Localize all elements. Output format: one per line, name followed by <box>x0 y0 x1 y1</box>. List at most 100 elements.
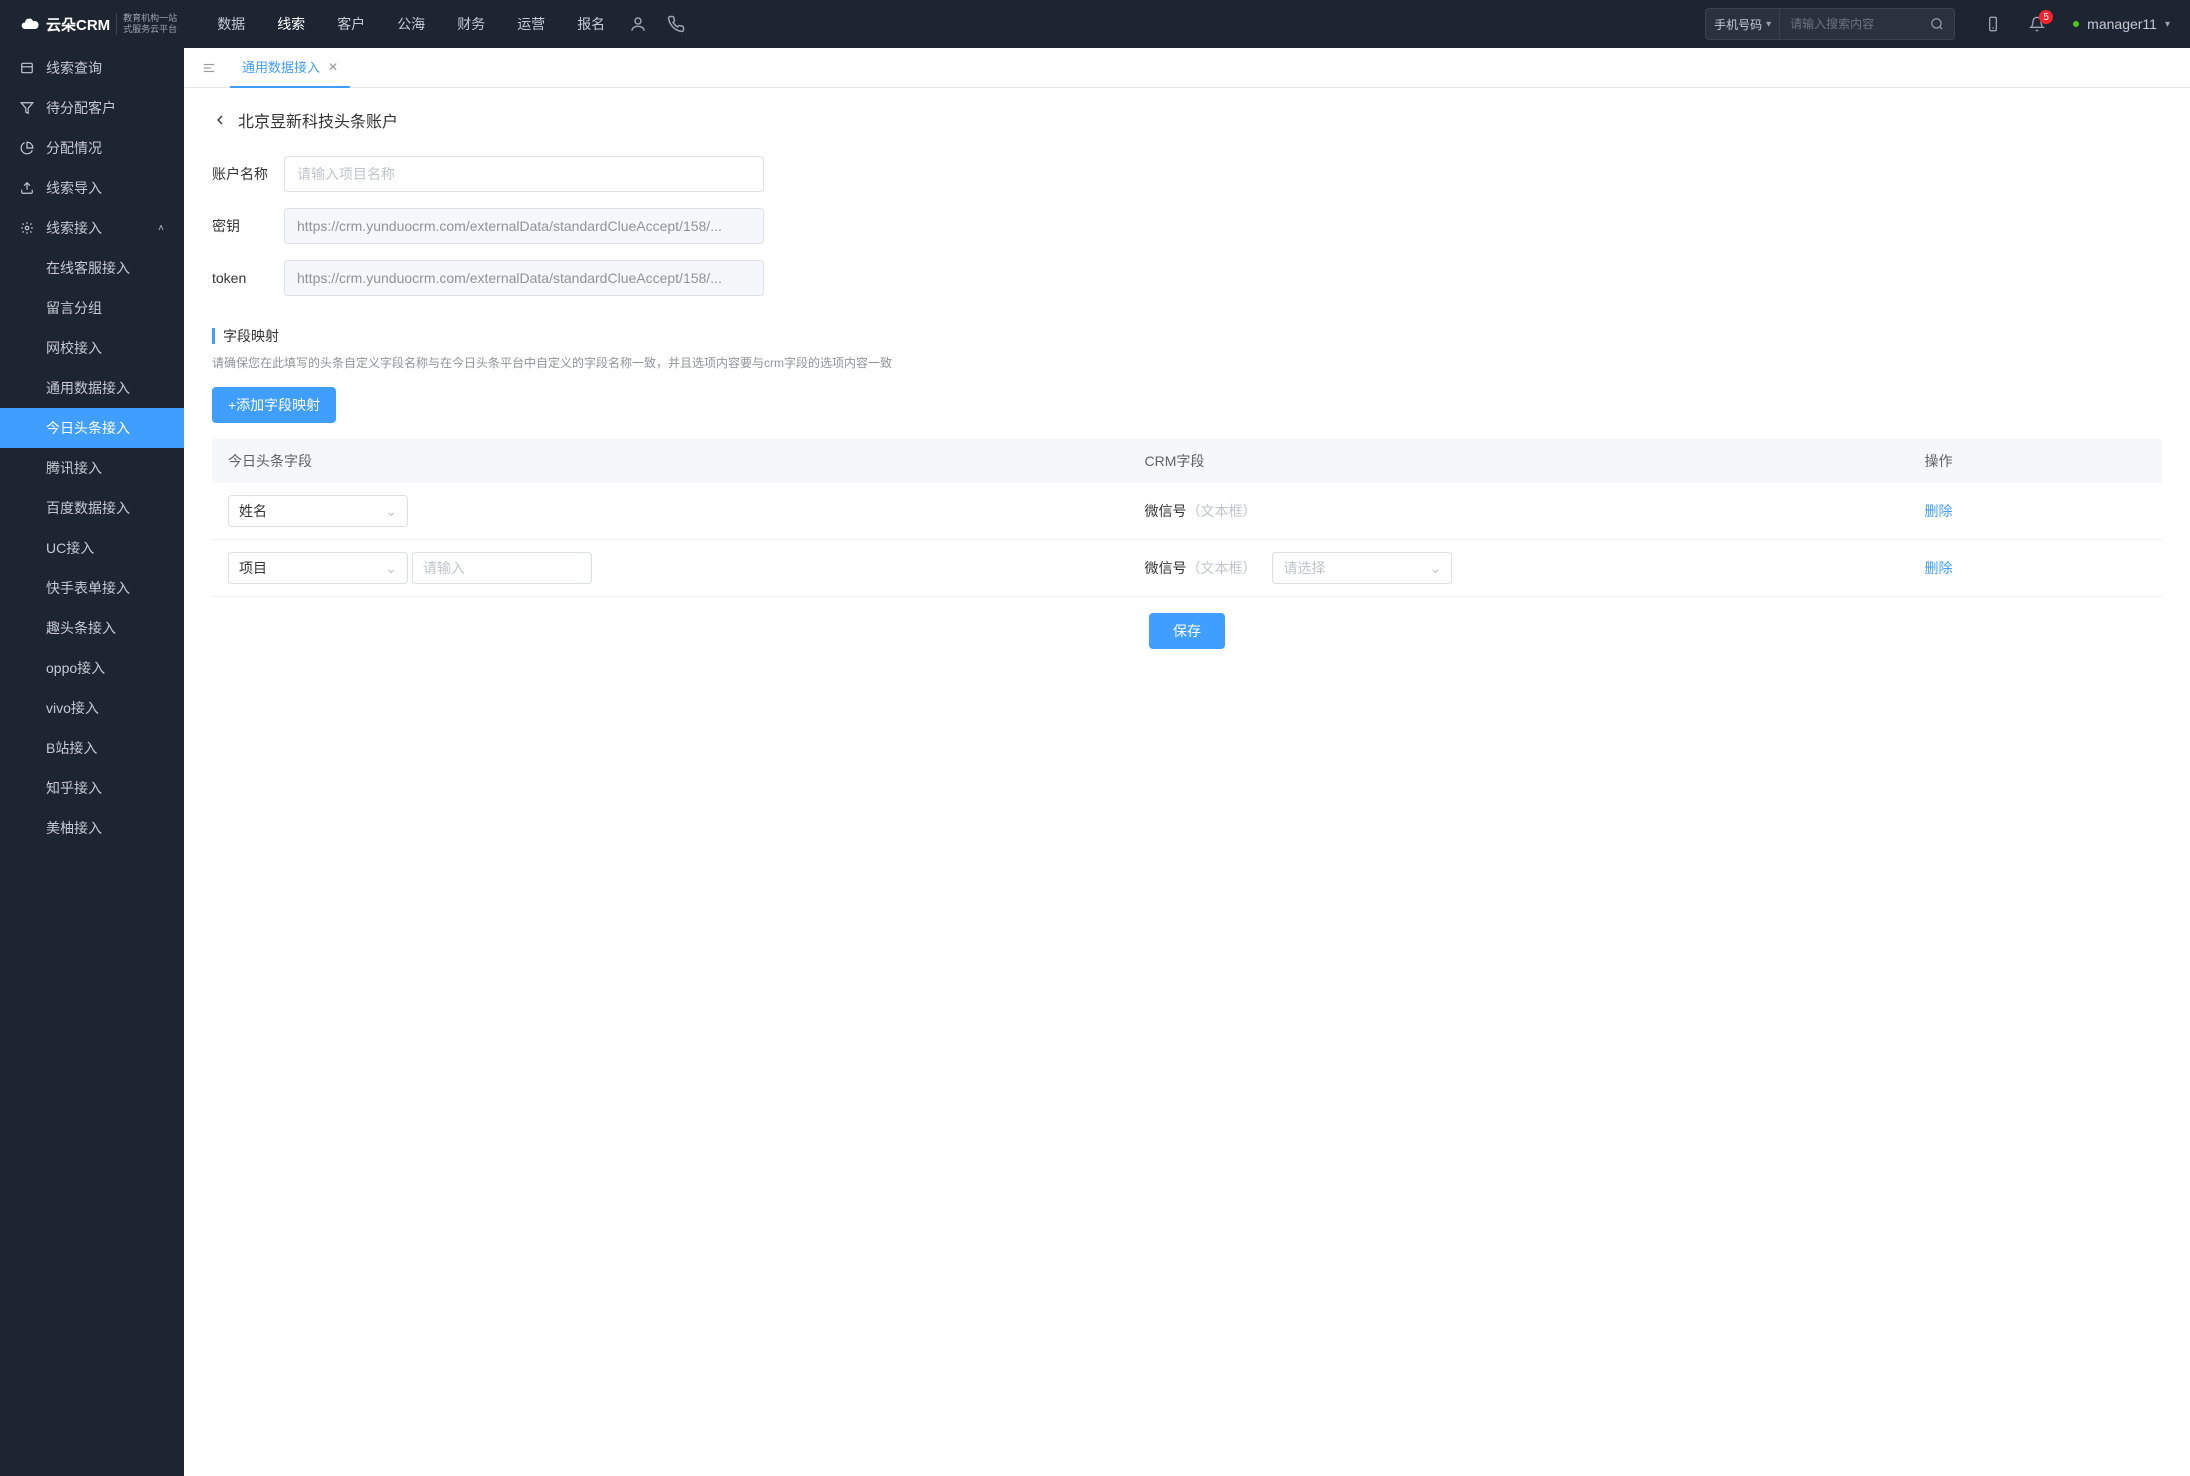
sidebar-item[interactable]: 线索接入 ˄ <box>0 208 184 248</box>
delete-row-button[interactable]: 删除 <box>1925 560 1953 576</box>
form-row-account: 账户名称 <box>212 156 2162 192</box>
sidebar-sub-item[interactable]: UC接入 <box>0 528 184 568</box>
chevron-down-icon: ⌄ <box>385 503 397 520</box>
col-toutiao-field: 今日头条字段 <box>212 439 1129 483</box>
sidebar-item[interactable]: 分配情况 <box>0 128 184 168</box>
account-label: 账户名称 <box>212 164 284 184</box>
collapse-sidebar-button[interactable] <box>196 61 222 75</box>
top-nav-item[interactable]: 线索 <box>277 14 305 34</box>
chevron-left-icon <box>212 112 228 128</box>
bell-icon[interactable]: 5 <box>2029 16 2045 32</box>
top-nav-item[interactable]: 财务 <box>457 14 485 34</box>
search-button[interactable] <box>1920 17 1954 31</box>
top-nav-icons <box>629 15 685 33</box>
user-menu[interactable]: manager11 ▾ <box>2073 16 2170 32</box>
toutiao-field-select[interactable]: 姓名⌄ <box>228 495 408 527</box>
crm-field-hint: （文本框） <box>1187 503 1257 519</box>
footer-bar: 保存 <box>212 597 2162 665</box>
chevron-down-icon: ▾ <box>1766 19 1771 30</box>
header-right-icons: 5 <box>1985 16 2045 32</box>
status-dot-icon <box>2073 21 2079 27</box>
list-icon <box>20 61 34 75</box>
crm-field-value: 微信号 <box>1145 503 1187 519</box>
user-icon[interactable] <box>629 15 647 33</box>
close-icon[interactable]: ✕ <box>328 60 338 74</box>
sidebar-item[interactable]: 线索查询 <box>0 48 184 88</box>
search-icon <box>1930 17 1944 31</box>
back-button[interactable] <box>212 112 228 128</box>
sidebar-sub-item[interactable]: 在线客服接入 <box>0 248 184 288</box>
section-title: 字段映射 <box>212 326 2162 346</box>
sidebar-sub-item[interactable]: vivo接入 <box>0 688 184 728</box>
sidebar-sub-item[interactable]: 趣头条接入 <box>0 608 184 648</box>
form-row-secret: 密钥 <box>212 208 2162 244</box>
token-label: token <box>212 270 284 286</box>
sidebar-item-label: 分配情况 <box>46 138 102 158</box>
col-action: 操作 <box>1909 439 2163 483</box>
mapping-table: 今日头条字段 CRM字段 操作 姓名⌄微信号（文本框）删除项目⌄ 微信号（文本框… <box>212 439 2162 597</box>
main-content: 通用数据接入 ✕ 北京昱新科技头条账户 账户名称 密钥 token <box>184 48 2190 1476</box>
sidebar-sub-item[interactable]: 留言分组 <box>0 288 184 328</box>
section-bar-icon <box>212 328 215 344</box>
section-title-text: 字段映射 <box>223 326 279 346</box>
phone-icon[interactable] <box>667 15 685 33</box>
token-input[interactable] <box>284 260 764 296</box>
extra-value-input[interactable] <box>412 552 592 584</box>
sidebar-sub-item[interactable]: 腾讯接入 <box>0 448 184 488</box>
chevron-up-icon: ˄ <box>158 223 164 234</box>
top-nav-item[interactable]: 数据 <box>217 14 245 34</box>
search-group: 手机号码 ▾ <box>1705 8 1955 40</box>
secret-label: 密钥 <box>212 216 284 236</box>
plug-icon <box>20 221 34 235</box>
crm-field-value: 微信号 <box>1145 560 1187 576</box>
sidebar-sub-item[interactable]: 快手表单接入 <box>0 568 184 608</box>
mobile-icon[interactable] <box>1985 16 2001 32</box>
secret-input[interactable] <box>284 208 764 244</box>
page-title: 北京昱新科技头条账户 <box>238 108 398 132</box>
chevron-down-icon: ⌄ <box>385 560 397 577</box>
page-title-row: 北京昱新科技头条账户 <box>212 108 2162 132</box>
logo-text: 云朵CRM <box>46 14 110 35</box>
sidebar-sub-item[interactable]: 今日头条接入 <box>0 408 184 448</box>
top-nav-item[interactable]: 报名 <box>577 14 605 34</box>
import-icon <box>20 181 34 195</box>
cloud-icon <box>20 14 40 34</box>
sidebar-sub-item[interactable]: 知乎接入 <box>0 768 184 808</box>
sidebar-item-label: 线索接入 <box>46 218 102 238</box>
add-field-mapping-button[interactable]: +添加字段映射 <box>212 387 336 423</box>
logo: 云朵CRM 教育机构一站 式服务云平台 <box>20 13 177 35</box>
delete-row-button[interactable]: 删除 <box>1925 503 1953 519</box>
notification-badge: 5 <box>2039 10 2053 24</box>
pie-icon <box>20 141 34 155</box>
logo-subtext: 教育机构一站 式服务云平台 <box>116 13 177 35</box>
save-button[interactable]: 保存 <box>1149 613 1225 649</box>
sidebar-item-label: 线索查询 <box>46 58 102 78</box>
sidebar-item[interactable]: 线索导入 <box>0 168 184 208</box>
top-nav-item[interactable]: 运营 <box>517 14 545 34</box>
search-input[interactable] <box>1780 17 1920 31</box>
sidebar-sub-item[interactable]: 通用数据接入 <box>0 368 184 408</box>
sidebar-sub-item[interactable]: 美柚接入 <box>0 808 184 848</box>
sidebar-sub-item[interactable]: 百度数据接入 <box>0 488 184 528</box>
crm-option-select[interactable]: 请选择⌄ <box>1272 552 1452 584</box>
chevron-down-icon: ⌄ <box>1430 560 1442 577</box>
sidebar-item-label: 待分配客户 <box>46 98 116 118</box>
sidebar-sub-item[interactable]: oppo接入 <box>0 648 184 688</box>
crm-field-hint: （文本框） <box>1187 560 1257 576</box>
table-row: 姓名⌄ 微信号（文本框） 删除 <box>212 483 2162 540</box>
search-type-select[interactable]: 手机号码 ▾ <box>1706 9 1780 39</box>
top-nav-item[interactable]: 客户 <box>337 14 365 34</box>
top-nav: 数据 线索 客户 公海 财务 运营 报名 <box>217 14 605 34</box>
section-description: 请确保您在此填写的头条自定义字段名称与在今日头条平台中自定义的字段名称一致，并且… <box>212 354 2162 371</box>
tab-general-data-access[interactable]: 通用数据接入 ✕ <box>230 48 350 88</box>
content-area: 北京昱新科技头条账户 账户名称 密钥 token 字段映射 请确保您在此填写的头… <box>184 88 2190 1476</box>
sidebar-sub-item[interactable]: 网校接入 <box>0 328 184 368</box>
tab-label: 通用数据接入 <box>242 57 320 76</box>
col-crm-field: CRM字段 <box>1129 439 1909 483</box>
top-nav-item[interactable]: 公海 <box>397 14 425 34</box>
sidebar-sub-item[interactable]: B站接入 <box>0 728 184 768</box>
toutiao-field-select[interactable]: 项目⌄ <box>228 552 408 584</box>
account-name-input[interactable] <box>284 156 764 192</box>
sidebar-item[interactable]: 待分配客户 <box>0 88 184 128</box>
sidebar-item-label: 线索导入 <box>46 178 102 198</box>
